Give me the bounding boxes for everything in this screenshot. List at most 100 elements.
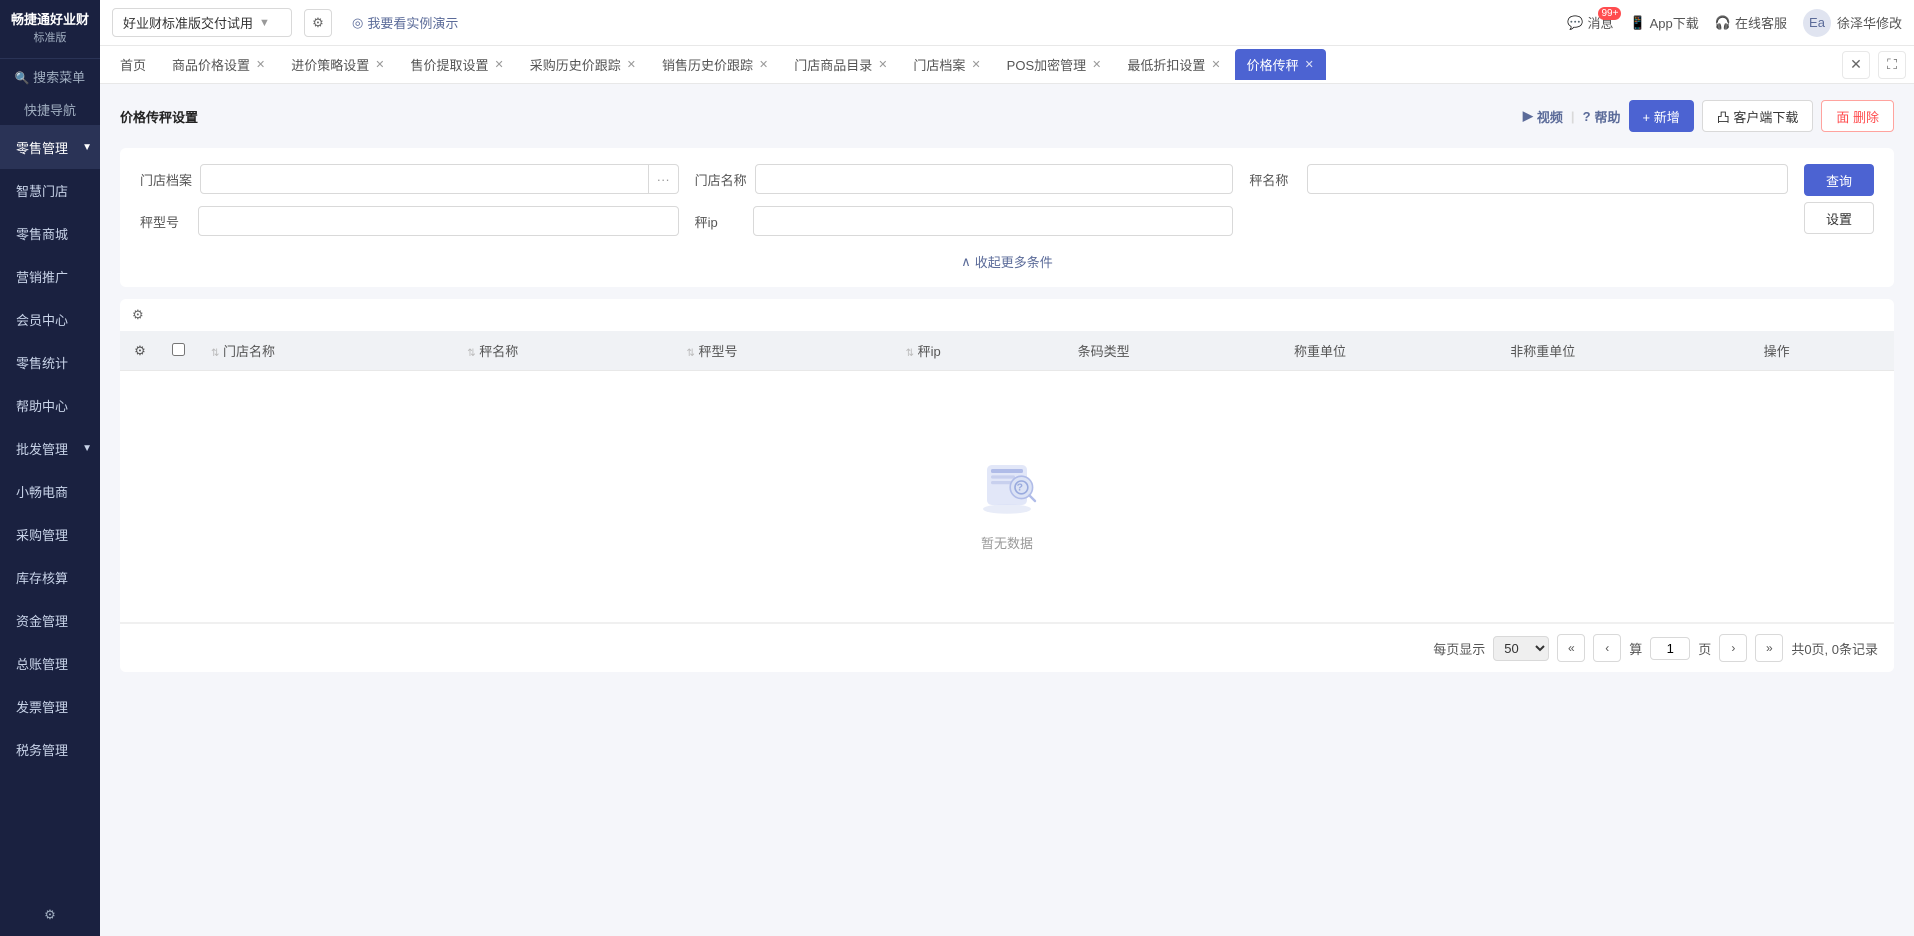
tabs-controls: ✕ ⛶: [1842, 51, 1906, 79]
fullscreen-btn[interactable]: ⛶: [1878, 51, 1906, 79]
select-all-checkbox[interactable]: [172, 343, 185, 356]
video-link[interactable]: ▶ 视频: [1523, 107, 1563, 126]
sidebar-item-retail_stats[interactable]: 零售统计: [0, 341, 100, 384]
delete-btn[interactable]: 面 删除: [1821, 100, 1894, 132]
tab-close-btn[interactable]: ✕: [627, 58, 636, 71]
store-file-input[interactable]: [200, 164, 649, 194]
tab-label: 商品价格设置: [172, 55, 250, 74]
tab-goods_price[interactable]: 商品价格设置 ✕: [160, 49, 277, 80]
topbar: 好业财标准版交付试用 ▼ ⚙ ◎ 我要看实例演示 💬 消息 99+ 📱 App下…: [100, 0, 1914, 46]
form-row-2: 秤型号 秤ip: [140, 206, 1788, 236]
tab-close-btn[interactable]: ✕: [971, 58, 980, 71]
tab-label: 门店商品目录: [794, 55, 872, 74]
svg-text:?: ?: [1017, 483, 1023, 494]
sidebar-item-help[interactable]: 帮助中心: [0, 384, 100, 427]
empty-illustration: ?: [967, 441, 1047, 521]
total-label: 共0页, 0条记录: [1791, 639, 1878, 658]
tab-close-btn[interactable]: ✕: [878, 58, 887, 71]
page-size-select[interactable]: 50 20 100: [1493, 636, 1549, 661]
tab-close-btn[interactable]: ✕: [1305, 58, 1314, 71]
th-scale-type: ⇅ 秤型号: [672, 331, 891, 371]
sidebar-item-wholesale[interactable]: 批发管理▼: [0, 427, 100, 470]
tab-sale_price[interactable]: 售价提取设置✕: [398, 49, 515, 80]
version-selector[interactable]: 好业财标准版交付试用 ▼: [112, 8, 292, 37]
download-btn[interactable]: 凸 客户端下载: [1702, 100, 1814, 132]
tab-close-btn[interactable]: ✕: [1211, 58, 1220, 71]
tab-sale_history[interactable]: 销售历史价跟踪✕: [650, 49, 780, 80]
query-set-buttons: 查询 设置: [1804, 164, 1874, 234]
first-page-btn[interactable]: «: [1557, 634, 1585, 662]
online-service-btn[interactable]: 🎧 在线客服: [1715, 13, 1787, 32]
tab-store_catalog[interactable]: 门店商品目录 ✕: [782, 49, 899, 80]
sidebar-item-retail_mall[interactable]: 零售商城: [0, 212, 100, 255]
help-link[interactable]: ? 帮助: [1583, 107, 1621, 126]
sidebar-item-finance[interactable]: 资金管理: [0, 599, 100, 642]
sidebar-item-tax[interactable]: 税务管理: [0, 728, 100, 771]
demo-link[interactable]: ◎ 我要看实例演示: [352, 13, 458, 32]
tab-store_file[interactable]: 门店档案✕: [901, 49, 992, 80]
next-page-btn[interactable]: ›: [1719, 634, 1747, 662]
sidebar-item-smart_store[interactable]: 智慧门店: [0, 169, 100, 212]
app-logo: 畅捷通好业财 标准版: [0, 0, 100, 59]
per-page-label: 每页显示: [1433, 639, 1485, 658]
tab-close-btn[interactable]: ✕: [759, 58, 768, 71]
message-badge: 99+: [1598, 7, 1621, 20]
sidebar-search[interactable]: 🔍 搜索菜单: [0, 59, 100, 94]
version-selector-text: 好业财标准版交付试用: [123, 13, 253, 32]
sidebar-settings-btn[interactable]: ⚙: [0, 894, 100, 936]
add-btn[interactable]: + 新增: [1629, 100, 1694, 132]
tab-pos_encrypt[interactable]: POS加密管理✕: [995, 49, 1114, 80]
table-wrap: ⚙ ⇅ 门店名称 ⇅ 秤名称: [120, 331, 1894, 623]
tab-close-btn[interactable]: ✕: [375, 58, 384, 71]
sort-icon: ⇅: [467, 348, 475, 359]
store-file-suffix-btn[interactable]: ···: [649, 164, 679, 194]
message-btn[interactable]: 💬 消息 99+: [1567, 13, 1613, 32]
store-name-label: 门店名称: [695, 170, 747, 189]
app-download-btn[interactable]: 📱 App下载: [1629, 13, 1698, 32]
tab-home[interactable]: 首页: [108, 49, 158, 80]
sidebar-item-general_ledger[interactable]: 总账管理: [0, 642, 100, 685]
sidebar-item-marketing[interactable]: 营销推广: [0, 255, 100, 298]
chevron-down-icon: ▼: [259, 17, 270, 29]
sidebar-item-purchase[interactable]: 采购管理: [0, 513, 100, 556]
sidebar: 畅捷通好业财 标准版 🔍 搜索菜单 快捷导航 零售管理▼智慧门店零售商城营销推广…: [0, 0, 100, 936]
tab-close-btn[interactable]: ✕: [256, 58, 265, 71]
scale-type-group: 秤型号: [140, 206, 679, 236]
scale-ip-input[interactable]: [753, 206, 1234, 236]
main-area: 好业财标准版交付试用 ▼ ⚙ ◎ 我要看实例演示 💬 消息 99+ 📱 App下…: [100, 0, 1914, 936]
tab-close-btn[interactable]: ✕: [1092, 58, 1101, 71]
sidebar-item-member[interactable]: 会员中心: [0, 298, 100, 341]
store-name-input[interactable]: [755, 164, 1234, 194]
sidebar-item-retail[interactable]: 零售管理▼: [0, 126, 100, 169]
scale-name-input[interactable]: [1307, 164, 1788, 194]
gear-icon[interactable]: ⚙: [132, 307, 144, 323]
page-input[interactable]: [1650, 637, 1690, 660]
set-btn[interactable]: 设置: [1804, 202, 1874, 234]
th-checkbox: [160, 331, 197, 371]
query-btn[interactable]: 查询: [1804, 164, 1874, 196]
phone-icon: 📱: [1629, 15, 1645, 31]
sidebar-item-ecommerce[interactable]: 小畅电商: [0, 470, 100, 513]
tab-close-btn[interactable]: ✕: [495, 58, 504, 71]
tab-label: 最低折扣设置: [1127, 55, 1205, 74]
sidebar-quick-nav[interactable]: 快捷导航: [0, 94, 100, 126]
last-page-btn[interactable]: »: [1755, 634, 1783, 662]
prev-page-btn[interactable]: ‹: [1593, 634, 1621, 662]
scale-type-input[interactable]: [198, 206, 679, 236]
user-name: 徐泽华修改: [1837, 13, 1902, 32]
tab-price_scale[interactable]: 价格传秤✕: [1235, 49, 1326, 80]
topbar-setting-btn[interactable]: ⚙: [304, 9, 332, 37]
tab-purchase_history[interactable]: 采购历史价跟踪✕: [518, 49, 648, 80]
tab-min_discount[interactable]: 最低折扣设置 ✕: [1115, 49, 1232, 80]
sidebar-item-invoice[interactable]: 发票管理: [0, 685, 100, 728]
window-close-btn[interactable]: ✕: [1842, 51, 1870, 79]
scale-ip-group: 秤ip: [695, 206, 1234, 236]
th-weight-unit: 称重单位: [1282, 331, 1498, 371]
tab-purchase_strategy[interactable]: 进价策略设置✕: [279, 49, 396, 80]
collapse-bar[interactable]: ∧ 收起更多条件: [140, 248, 1874, 271]
search-card: 门店档案 ··· 门店名称: [120, 148, 1894, 287]
store-name-group: 门店名称: [695, 164, 1234, 194]
help-icon: ?: [1583, 109, 1591, 124]
user-profile-btn[interactable]: Ea 徐泽华修改: [1803, 9, 1902, 37]
sidebar-item-inventory[interactable]: 库存核算: [0, 556, 100, 599]
